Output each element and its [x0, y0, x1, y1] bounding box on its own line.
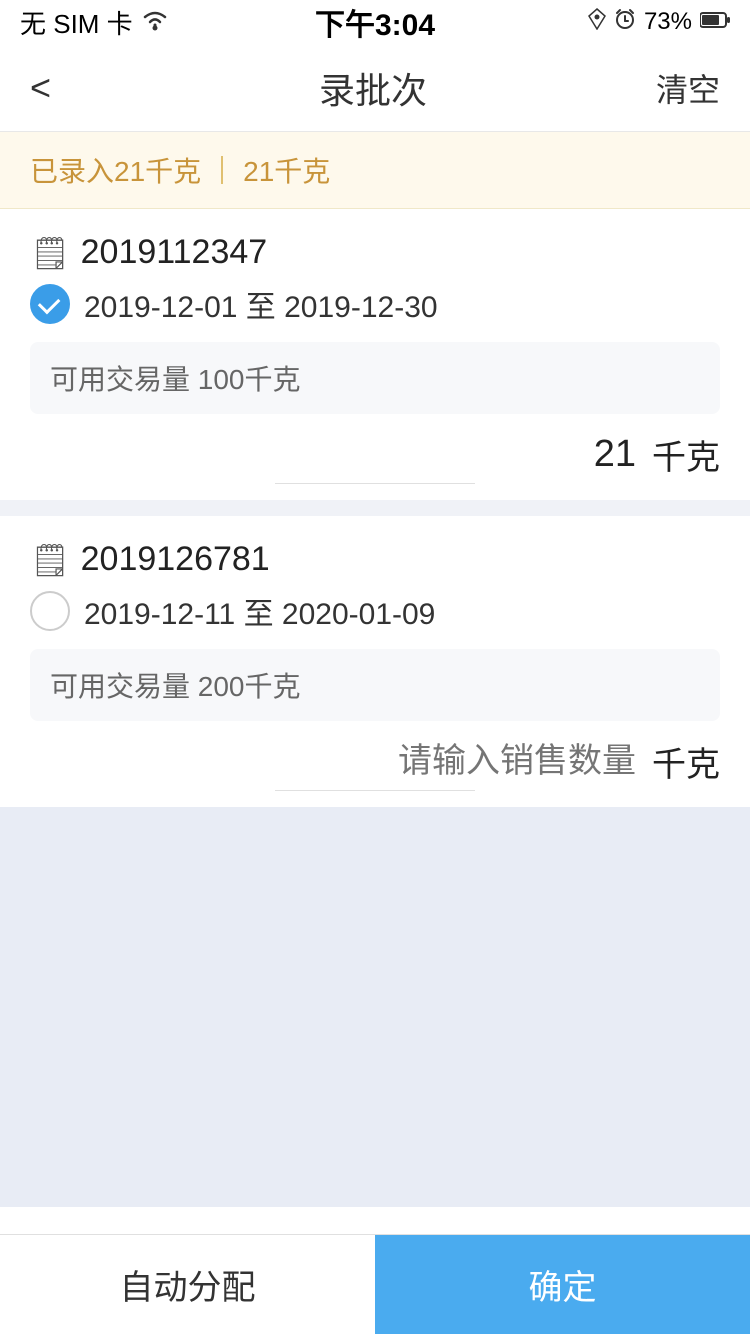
batch-date-row-2[interactable]: 2019-12-11 至 2020-01-09	[30, 589, 720, 633]
batch-id-1: 2019112347	[81, 233, 268, 272]
radio-btn-1[interactable]	[30, 284, 70, 324]
status-left: 无 SIM 卡	[20, 4, 169, 41]
batch-id-row-1: 🗒 2019112347	[30, 233, 720, 272]
bottom-bar: 自动分配 确定	[0, 1234, 750, 1334]
location-icon	[588, 8, 606, 37]
battery-icon	[700, 8, 730, 36]
batch-id-row-2: 🗒 2019126781	[30, 540, 720, 579]
batch-qty-value-1: 21	[594, 433, 636, 476]
batch-card-2: 🗒 2019126781 2019-12-11 至 2020-01-09 可用交…	[0, 516, 750, 807]
info-banner: 已录入21千克 21千克	[0, 132, 750, 209]
confirm-button[interactable]: 确定	[375, 1235, 750, 1334]
nav-title: 录批次	[319, 62, 427, 114]
auto-distribute-button[interactable]: 自动分配	[0, 1235, 375, 1334]
page-content: 🗒 2019112347 2019-12-01 至 2019-12-30 可用交…	[0, 209, 750, 1307]
status-time: 下午3:04	[315, 0, 435, 44]
status-right: 73%	[588, 8, 730, 37]
batch-doc-icon-1: 🗒	[30, 234, 71, 272]
info-banner-label: 已录入21千克	[30, 150, 201, 190]
batch-qty-unit-2: 千克	[652, 737, 720, 786]
nav-bar: < 录批次 清空	[0, 44, 750, 132]
batch-id-2: 2019126781	[81, 540, 270, 579]
qty-row-2: 千克	[0, 721, 750, 790]
empty-area	[0, 807, 750, 1207]
wifi-icon	[141, 7, 169, 38]
batch-doc-icon-2: 🗒	[30, 541, 71, 579]
qty-divider-2	[275, 790, 475, 791]
alarm-icon	[614, 8, 636, 37]
batch-qty-input-2[interactable]	[30, 742, 636, 781]
carrier-text: 无 SIM 卡	[20, 4, 133, 41]
qty-divider-1	[275, 483, 475, 484]
batch-available-2: 可用交易量 200千克	[30, 649, 720, 721]
section-divider	[0, 500, 750, 516]
radio-btn-2[interactable]	[30, 591, 70, 631]
batch-date-1: 2019-12-01 至 2019-12-30	[84, 282, 438, 326]
back-button[interactable]: <	[30, 67, 90, 109]
batch-qty-unit-1: 千克	[652, 430, 720, 479]
batch-available-1: 可用交易量 100千克	[30, 342, 720, 414]
battery-percent: 73%	[644, 8, 692, 36]
batch-date-2: 2019-12-11 至 2020-01-09	[84, 589, 435, 633]
qty-row-1: 21 千克	[0, 414, 750, 483]
info-banner-value: 21千克	[243, 150, 330, 190]
batch-date-row-1[interactable]: 2019-12-01 至 2019-12-30	[30, 282, 720, 326]
clear-button[interactable]: 清空	[656, 65, 720, 111]
info-banner-divider	[221, 156, 223, 184]
status-bar: 无 SIM 卡 下午3:04	[0, 0, 750, 44]
batch-card-1: 🗒 2019112347 2019-12-01 至 2019-12-30 可用交…	[0, 209, 750, 500]
